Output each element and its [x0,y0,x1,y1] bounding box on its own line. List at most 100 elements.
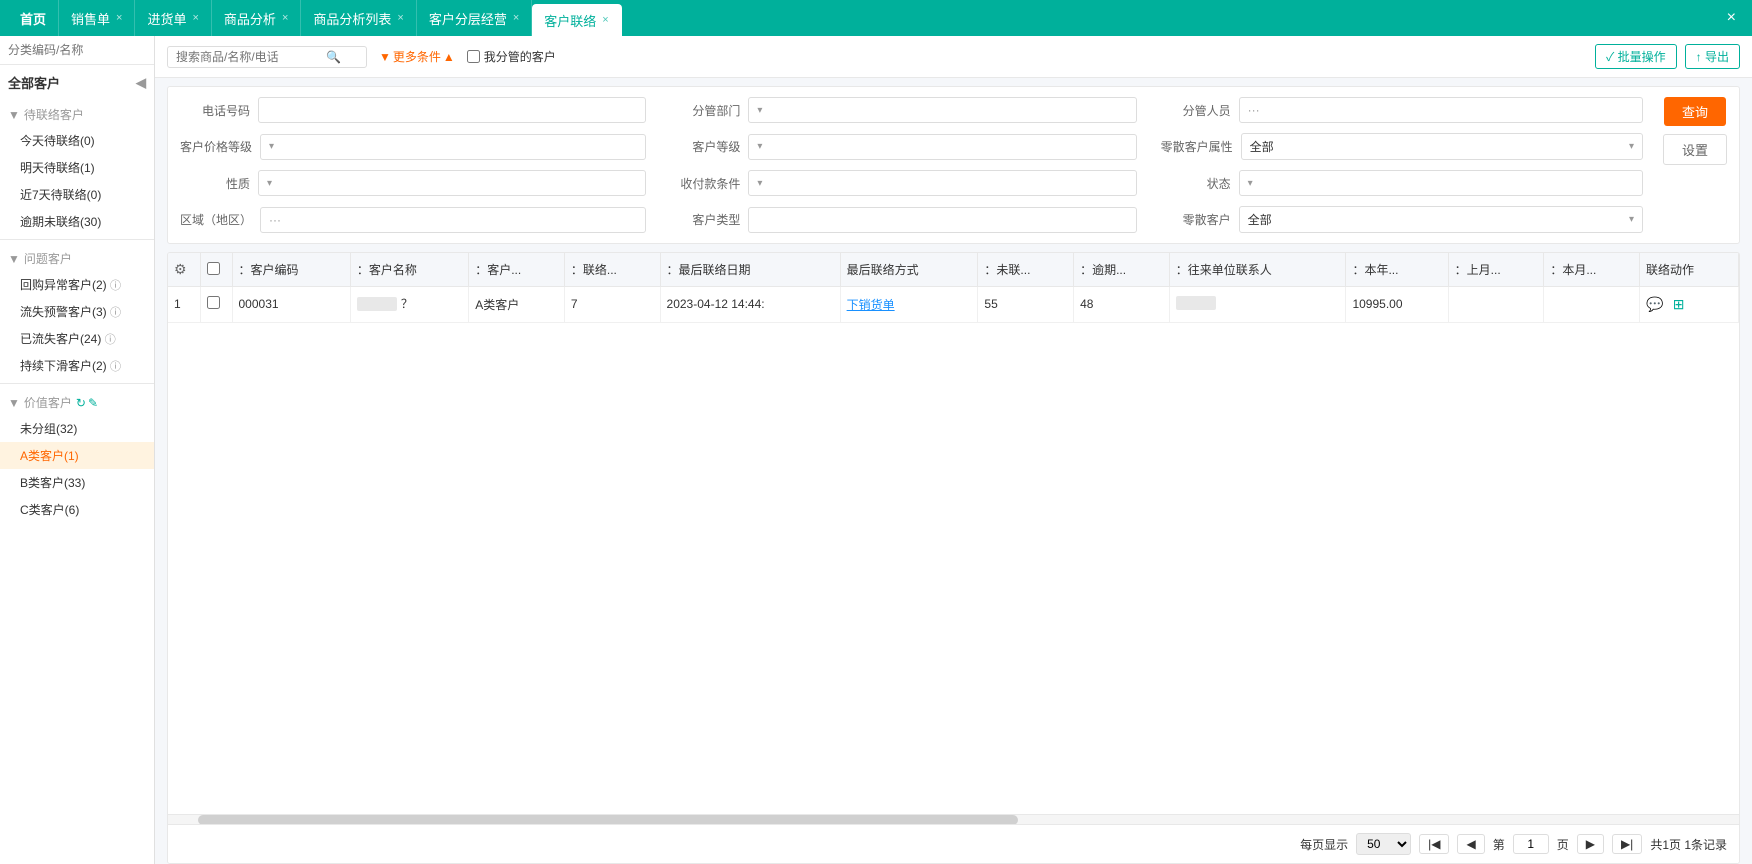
close-tab-sales[interactable]: × [116,12,122,24]
select-all-checkbox[interactable] [207,262,220,275]
arrow-icon: ▼ [8,108,20,122]
sidebar-item-class-c[interactable]: C类客户(6) [0,496,154,523]
edit-icon[interactable]: ✎ [88,396,98,410]
filter-label-manager: 分管人员 [1161,102,1231,119]
page-size-select[interactable]: 50 100 200 [1356,833,1411,855]
settings-button[interactable]: 设置 [1663,134,1727,165]
sidebar-section-value[interactable]: ▼ 价值客户 ↻ ✎ [0,388,154,415]
nav-tab-analysis-list[interactable]: 商品分析列表 × [301,0,416,36]
filter-cell-dept: 分管部门 ▾ [670,97,1160,123]
horizontal-scrollbar[interactable] [168,814,1739,824]
action-qr-icon[interactable]: ⊞ [1673,296,1685,312]
filter-cell-phone: 电话号码 [180,97,670,123]
sidebar-item-7days[interactable]: 近7天待联络(0) [0,181,154,208]
sidebar-search-input[interactable] [8,43,155,57]
retail-attr-arrow-icon: ▾ [1629,141,1634,152]
close-tab-customer-segment[interactable]: × [513,12,519,24]
sidebar-item-repurchase-abnormal[interactable]: 回购异常客户(2) ⓘ [0,271,154,298]
cell-last-contact-way: 下销货单 [840,287,978,323]
nav-tab-customer-contact[interactable]: 客户联络 × [532,4,621,36]
close-tab-analysis-list[interactable]: × [397,12,403,24]
export-button[interactable]: ↑ 导出 [1685,44,1740,69]
main-layout: 🔍 全部客户 ◀ ▼ 待联络客户 今天待联络(0) 明天待联络(1) 近7天待联… [0,36,1752,864]
filter-row-3: 性质 ▾ 收付款条件 ▾ 状态 [180,170,1651,196]
table-wrapper[interactable]: ⚙ ：客户编码 ：客户名称 ： [168,253,1739,814]
filter-input-customer-level[interactable]: ▾ [748,134,1136,160]
filter-label-retail-customer: 零散客户 [1161,211,1231,228]
customer-table: ⚙ ：客户编码 ：客户名称 ： [168,253,1739,323]
prev-page-button[interactable]: ◀ [1457,834,1484,854]
sidebar-section-pending[interactable]: ▼ 待联络客户 [0,100,154,127]
main-search-input[interactable] [176,50,326,64]
page-size-label: 每页显示 [1300,836,1348,853]
next-page-button[interactable]: ▶ [1577,834,1604,854]
main-search-icon[interactable]: 🔍 [326,50,341,64]
filter-input-phone[interactable] [258,97,646,123]
close-tab-analysis[interactable]: × [282,12,288,24]
filter-input-manager[interactable]: ··· [1239,97,1643,123]
filter-input-nature[interactable]: ▾ [258,170,646,196]
search-button[interactable]: 查询 [1664,97,1726,126]
contact-way-link[interactable]: 下销货单 [847,298,895,312]
sidebar-item-today[interactable]: 今天待联络(0) [0,127,154,154]
sidebar-all-customers[interactable]: 全部客户 ◀ [0,65,154,100]
nav-tab-sales[interactable]: 销售单 × [59,0,135,36]
first-page-button[interactable]: |◀ [1419,834,1449,854]
table-gear-icon[interactable]: ⚙ [174,261,187,277]
batch-operation-button[interactable]: ✓ 批量操作 [1595,44,1677,69]
action-chat-icon[interactable]: 💬 [1646,296,1663,312]
filter-input-region[interactable]: ··· [260,207,646,233]
close-window-button[interactable]: × [1719,5,1744,30]
filter-input-customer-type[interactable] [748,207,1136,233]
filter-input-status[interactable]: ▾ [1239,170,1643,196]
filter-input-retail-attr[interactable]: 全部 ▾ [1241,133,1643,160]
filter-input-retail-customer[interactable]: 全部 ▾ [1239,206,1643,233]
col-last-contact-way: 最后联络方式 [840,253,978,287]
cell-contact-count: 7 [564,287,660,323]
filter-input-price-level[interactable]: ▾ [260,134,646,160]
page-label: 第 [1493,836,1505,853]
page-number-input[interactable] [1513,834,1549,854]
filter-input-dept[interactable]: ▾ [748,97,1136,123]
nav-tab-home[interactable]: 首页 [8,0,59,36]
col-checkbox [200,253,232,287]
sidebar-item-tomorrow[interactable]: 明天待联络(1) [0,154,154,181]
sidebar-item-declining[interactable]: 持续下滑客户(2) ⓘ [0,352,154,379]
sidebar-item-churn-warning[interactable]: 流失预警客户(3) ⓘ [0,298,154,325]
nav-tab-customer-segment[interactable]: 客户分层经营 × [417,0,532,36]
nav-tab-analysis[interactable]: 商品分析 × [212,0,301,36]
payment-arrow-icon: ▾ [757,178,762,189]
row-checkbox[interactable] [207,296,220,309]
sidebar-collapse-icon[interactable]: ◀ [136,75,146,91]
col-this-month: ：本月... [1544,253,1640,287]
cell-customer-type: A类客户 [469,287,565,323]
col-contact-person: ：往来单位联系人 [1169,253,1346,287]
manager-dots-icon: ··· [1248,103,1260,117]
more-conditions-button[interactable]: ▼ 更多条件 ▲ [379,48,455,65]
cell-actions: 💬 ⊞ [1639,287,1738,323]
col-code: ：客户编码 [232,253,350,287]
filter-cell-retail-attr: 零散客户属性 全部 ▾ [1161,133,1651,160]
cell-this-month [1544,287,1640,323]
sidebar-section-problem[interactable]: ▼ 问题客户 [0,244,154,271]
sidebar-item-class-a[interactable]: A类客户(1) [0,442,154,469]
sidebar-item-ungrouped[interactable]: 未分组(32) [0,415,154,442]
nav-tab-purchase[interactable]: 进货单 × [135,0,211,36]
last-page-button[interactable]: ▶| [1612,834,1642,854]
close-tab-purchase[interactable]: × [192,12,198,24]
sidebar-item-overdue[interactable]: 逾期未联络(30) [0,208,154,235]
close-tab-customer-contact[interactable]: × [602,14,608,26]
sidebar-item-churned[interactable]: 已流失客户(24) ⓘ [0,325,154,352]
my-customers-checkbox[interactable] [467,50,480,63]
filter-label-customer-level: 客户等级 [670,138,740,155]
filter-input-payment[interactable]: ▾ [748,170,1136,196]
cell-name: ？ [350,287,468,323]
refresh-icon[interactable]: ↻ [76,396,86,410]
cell-index: 1 [168,287,200,323]
retail-customer-arrow-icon: ▾ [1629,214,1634,225]
filter-label-dept: 分管部门 [670,102,740,119]
sidebar-item-class-b[interactable]: B类客户(33) [0,469,154,496]
col-gear: ⚙ [168,253,200,287]
col-contact-count: ：联络... [564,253,660,287]
arrow-icon-2: ▼ [8,252,20,266]
